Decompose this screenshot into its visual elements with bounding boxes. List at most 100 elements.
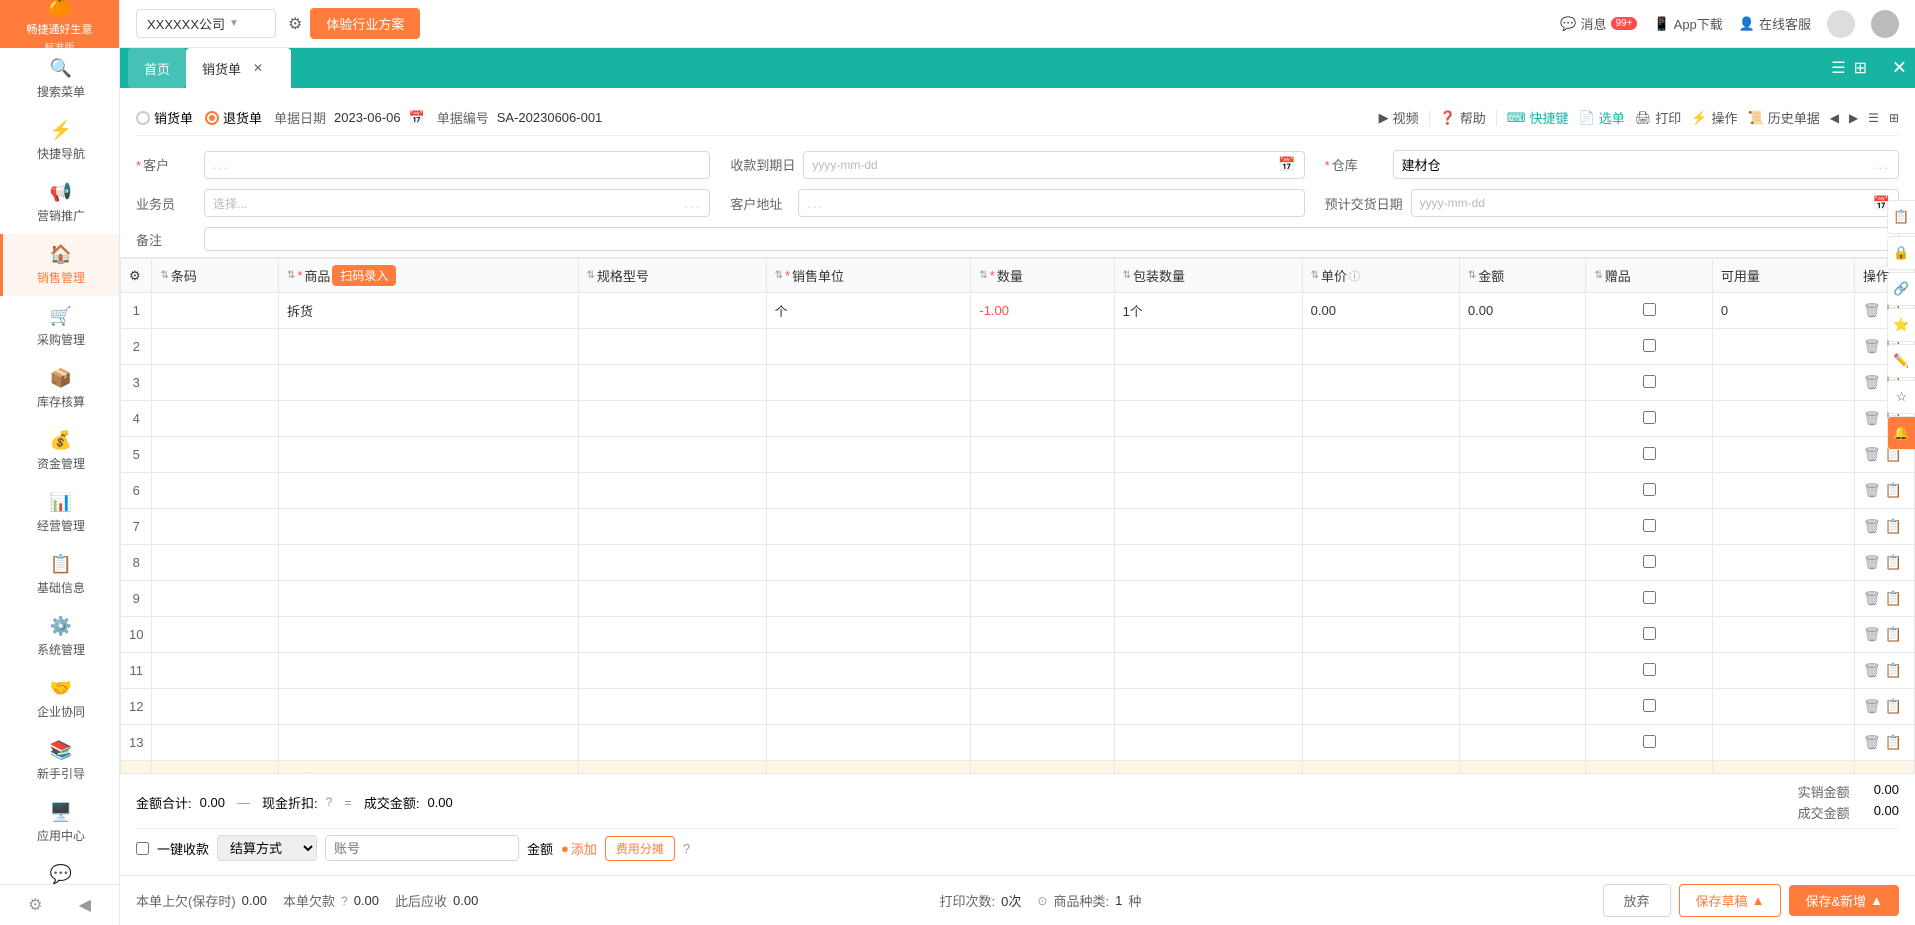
row-unit[interactable] bbox=[766, 473, 971, 509]
row-gift[interactable] bbox=[1586, 473, 1712, 509]
scan-btn[interactable]: 扫码录入 bbox=[332, 265, 396, 286]
online-service-btn[interactable]: 👤 在线客服 bbox=[1739, 14, 1811, 33]
row-product[interactable] bbox=[278, 329, 578, 365]
row-amount[interactable] bbox=[1459, 653, 1585, 689]
row-gift[interactable] bbox=[1586, 401, 1712, 437]
sidebar-item-operations[interactable]: 📊 经营管理 bbox=[0, 482, 119, 544]
row-qty[interactable] bbox=[971, 689, 1114, 725]
row-gift[interactable] bbox=[1586, 437, 1712, 473]
row-unit[interactable] bbox=[766, 581, 971, 617]
gift-checkbox[interactable] bbox=[1643, 627, 1656, 640]
print-btn[interactable]: 🖨 打印 bbox=[1635, 108, 1682, 127]
price-info-icon[interactable]: ⓘ bbox=[1349, 268, 1360, 284]
row-product[interactable] bbox=[278, 653, 578, 689]
row-product[interactable] bbox=[278, 725, 578, 761]
help-btn[interactable]: ❓ 帮助 bbox=[1440, 108, 1486, 127]
unit-sort[interactable]: ⇅ bbox=[775, 270, 783, 281]
sidebar-item-basic-info[interactable]: 📋 基础信息 bbox=[0, 544, 119, 606]
gift-checkbox[interactable] bbox=[1643, 699, 1656, 712]
row-unit-price[interactable] bbox=[1302, 617, 1459, 653]
user-avatar2[interactable] bbox=[1871, 10, 1899, 38]
delete-icon[interactable]: 🗑 bbox=[1863, 662, 1881, 679]
right-btn-1[interactable]: 📋 bbox=[1887, 200, 1915, 234]
row-amount[interactable] bbox=[1459, 617, 1585, 653]
row-qty[interactable] bbox=[971, 545, 1114, 581]
delete-icon[interactable]: 🗑 bbox=[1863, 698, 1881, 715]
row-spec[interactable] bbox=[578, 653, 766, 689]
gift-checkbox[interactable] bbox=[1643, 483, 1656, 496]
row-product[interactable] bbox=[278, 509, 578, 545]
customer-input[interactable]: ... bbox=[204, 151, 710, 179]
row-qty[interactable] bbox=[971, 329, 1114, 365]
row-unit-price[interactable] bbox=[1302, 509, 1459, 545]
sidebar-item-quick-nav[interactable]: ⚡ 快捷导航 bbox=[0, 110, 119, 172]
delete-icon[interactable]: 🗑 bbox=[1863, 338, 1881, 355]
copy-icon[interactable]: 📋 bbox=[1885, 482, 1902, 499]
row-unit-price[interactable] bbox=[1302, 329, 1459, 365]
view1-btn[interactable]: ☰ bbox=[1868, 111, 1879, 125]
row-unit[interactable] bbox=[766, 689, 971, 725]
view-list-btn[interactable]: ☰ bbox=[1831, 58, 1845, 78]
row-barcode[interactable] bbox=[152, 437, 278, 473]
row-unit-price[interactable] bbox=[1302, 653, 1459, 689]
row-pkg-qty[interactable] bbox=[1114, 329, 1302, 365]
expense-btn[interactable]: 费用分摊 bbox=[605, 836, 675, 861]
row-product[interactable] bbox=[278, 437, 578, 473]
row-product[interactable] bbox=[278, 401, 578, 437]
notes-input[interactable] bbox=[204, 227, 1899, 251]
shortcut-btn[interactable]: ⌨ 快捷键 bbox=[1507, 108, 1569, 127]
gift-checkbox[interactable] bbox=[1643, 663, 1656, 676]
sidebar-item-search[interactable]: 🔍 搜索菜单 bbox=[0, 48, 119, 110]
row-unit[interactable] bbox=[766, 653, 971, 689]
history-btn[interactable]: 📜 历史单据 bbox=[1748, 108, 1820, 127]
row-spec[interactable] bbox=[578, 617, 766, 653]
sidebar-item-app-center[interactable]: 🖥️ 应用中心 bbox=[0, 792, 119, 854]
row-amount[interactable] bbox=[1459, 329, 1585, 365]
nav-prev-btn[interactable]: ◀ bbox=[1830, 111, 1839, 125]
radio-sales[interactable]: 销货单 bbox=[136, 108, 193, 127]
row-barcode[interactable] bbox=[152, 617, 278, 653]
row-amount[interactable] bbox=[1459, 545, 1585, 581]
row-barcode[interactable] bbox=[152, 653, 278, 689]
row-spec[interactable] bbox=[578, 401, 766, 437]
row-product[interactable] bbox=[278, 473, 578, 509]
save-draft-btn[interactable]: 保存草稿 ▲ bbox=[1679, 884, 1782, 917]
amount-sort[interactable]: ⇅ bbox=[1468, 270, 1476, 281]
row-barcode[interactable] bbox=[152, 545, 278, 581]
row-gift[interactable] bbox=[1586, 293, 1712, 329]
row-product[interactable]: 拆货 bbox=[278, 293, 578, 329]
add-payment-btn[interactable]: ● 添加 bbox=[561, 839, 597, 858]
delete-icon[interactable]: 🗑 bbox=[1863, 374, 1881, 391]
qty-sort[interactable]: ⇅ bbox=[979, 270, 987, 281]
row-qty[interactable] bbox=[971, 473, 1114, 509]
row-unit-price[interactable] bbox=[1302, 545, 1459, 581]
row-barcode[interactable] bbox=[152, 725, 278, 761]
copy-icon[interactable]: 📋 bbox=[1885, 626, 1902, 643]
row-qty[interactable] bbox=[971, 437, 1114, 473]
row-pkg-qty[interactable]: 1个 bbox=[1114, 293, 1302, 329]
delete-icon[interactable]: 🗑 bbox=[1863, 482, 1881, 499]
row-unit-price[interactable] bbox=[1302, 725, 1459, 761]
row-barcode[interactable] bbox=[152, 473, 278, 509]
right-btn-3[interactable]: 🔗 bbox=[1887, 272, 1915, 306]
sidebar-item-enterprise[interactable]: 🤝 企业协同 bbox=[0, 668, 119, 730]
salesperson-input[interactable]: 选择... ... bbox=[204, 189, 710, 217]
product-type-help[interactable]: ⊙ bbox=[1037, 894, 1047, 908]
sidebar-collapse-btn[interactable]: ◀ bbox=[79, 895, 91, 915]
copy-icon[interactable]: 📋 bbox=[1885, 590, 1902, 607]
row-spec[interactable] bbox=[578, 509, 766, 545]
row-pkg-qty[interactable] bbox=[1114, 473, 1302, 509]
row-product[interactable] bbox=[278, 581, 578, 617]
row-pkg-qty[interactable] bbox=[1114, 509, 1302, 545]
settlement-select[interactable]: 结算方式 bbox=[217, 835, 317, 861]
row-pkg-qty[interactable] bbox=[1114, 437, 1302, 473]
tab-home[interactable]: 首页 bbox=[128, 48, 186, 88]
row-amount[interactable] bbox=[1459, 437, 1585, 473]
gift-checkbox[interactable] bbox=[1643, 735, 1656, 748]
row-qty[interactable] bbox=[971, 365, 1114, 401]
row-spec[interactable] bbox=[578, 329, 766, 365]
view-grid-btn[interactable]: ⊞ bbox=[1854, 58, 1867, 78]
row-gift[interactable] bbox=[1586, 365, 1712, 401]
spec-sort[interactable]: ⇅ bbox=[587, 270, 595, 281]
sidebar-item-system[interactable]: ⚙️ 系统管理 bbox=[0, 606, 119, 668]
